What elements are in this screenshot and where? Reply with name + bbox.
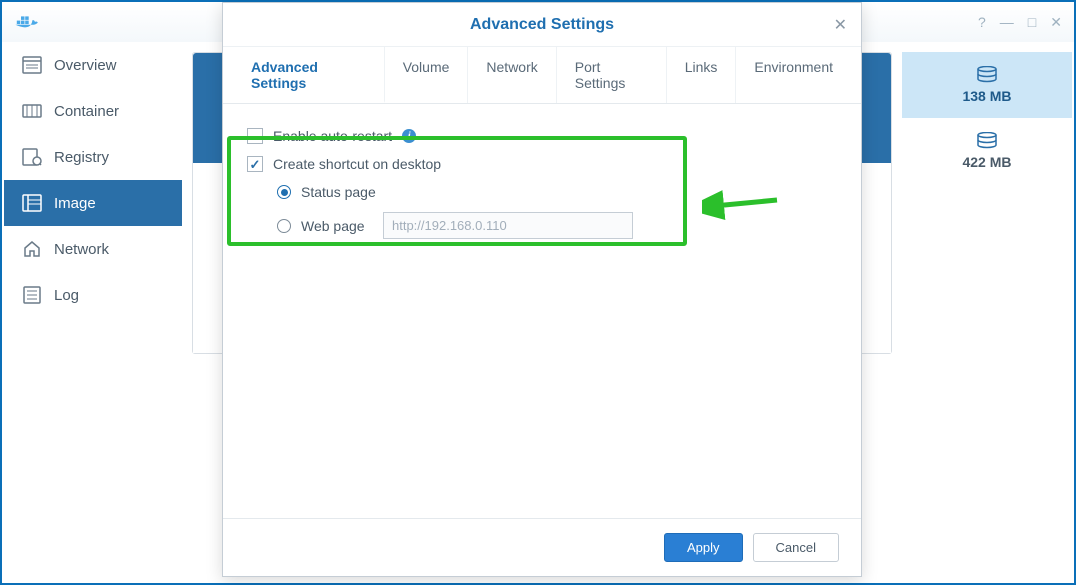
advanced-settings-modal: Advanced Settings ✕ Advanced Settings Vo… <box>222 2 862 577</box>
database-icon <box>976 66 998 84</box>
modal-footer: Apply Cancel <box>223 518 861 576</box>
status-page-row: Status page <box>277 178 837 206</box>
apply-button[interactable]: Apply <box>664 533 743 562</box>
image-size-row[interactable]: 422 MB <box>902 118 1072 184</box>
help-icon[interactable]: ? <box>978 15 986 29</box>
status-page-label: Status page <box>301 184 376 200</box>
image-size-row[interactable]: 138 MB <box>902 52 1072 118</box>
image-icon <box>22 194 42 212</box>
web-page-input[interactable] <box>383 212 633 239</box>
container-icon <box>22 102 42 120</box>
create-shortcut-label: Create shortcut on desktop <box>273 156 441 172</box>
modal-tabs: Advanced Settings Volume Network Port Se… <box>223 47 861 104</box>
registry-icon <box>22 148 42 166</box>
enable-auto-restart-checkbox[interactable] <box>247 128 263 144</box>
create-shortcut-checkbox[interactable] <box>247 156 263 172</box>
modal-title: Advanced Settings <box>470 16 614 34</box>
sidebar-item-label: Container <box>54 103 119 120</box>
web-page-row: Web page <box>277 206 837 245</box>
sidebar-item-registry[interactable]: Registry <box>4 134 182 180</box>
close-icon[interactable]: ✕ <box>834 15 847 35</box>
sidebar-item-container[interactable]: Container <box>4 88 182 134</box>
minimize-icon[interactable]: — <box>1000 15 1014 29</box>
cancel-button[interactable]: Cancel <box>753 533 839 562</box>
modal-header: Advanced Settings ✕ <box>223 3 861 47</box>
tab-advanced-settings[interactable]: Advanced Settings <box>233 47 385 103</box>
create-shortcut-row: Create shortcut on desktop <box>247 150 837 178</box>
image-size-label: 422 MB <box>962 154 1011 170</box>
tab-links[interactable]: Links <box>667 47 737 103</box>
sidebar-item-label: Network <box>54 241 109 258</box>
modal-content: Enable auto-restart i Create shortcut on… <box>223 104 861 518</box>
tab-volume[interactable]: Volume <box>385 47 469 103</box>
tab-network[interactable]: Network <box>468 47 556 103</box>
sidebar-item-overview[interactable]: Overview <box>4 42 182 88</box>
overview-icon <box>22 56 42 74</box>
sidebar-item-network[interactable]: Network <box>4 226 182 272</box>
web-page-label: Web page <box>301 218 373 234</box>
sidebar-item-label: Registry <box>54 149 109 166</box>
tab-port-settings[interactable]: Port Settings <box>557 47 667 103</box>
sidebar: Overview Container Registry Image Networ… <box>4 42 182 581</box>
docker-logo-icon <box>14 12 42 32</box>
maximize-icon[interactable]: □ <box>1028 15 1036 29</box>
status-page-radio[interactable] <box>277 185 291 199</box>
sidebar-item-label: Image <box>54 195 96 212</box>
enable-auto-restart-label: Enable auto-restart <box>273 128 392 144</box>
close-window-icon[interactable]: ✕ <box>1050 15 1062 29</box>
tab-environment[interactable]: Environment <box>736 47 851 103</box>
sidebar-item-log[interactable]: Log <box>4 272 182 318</box>
window-controls: ? — □ ✕ <box>978 15 1062 29</box>
right-column: 138 MB 422 MB <box>902 42 1072 581</box>
database-icon <box>976 132 998 150</box>
sidebar-item-label: Overview <box>54 57 117 74</box>
enable-auto-restart-row: Enable auto-restart i <box>247 122 837 150</box>
log-icon <box>22 286 42 304</box>
web-page-radio[interactable] <box>277 219 291 233</box>
info-icon[interactable]: i <box>402 129 416 143</box>
image-size-label: 138 MB <box>962 88 1011 104</box>
network-icon <box>22 240 42 258</box>
sidebar-item-image[interactable]: Image <box>4 180 182 226</box>
sidebar-item-label: Log <box>54 287 79 304</box>
